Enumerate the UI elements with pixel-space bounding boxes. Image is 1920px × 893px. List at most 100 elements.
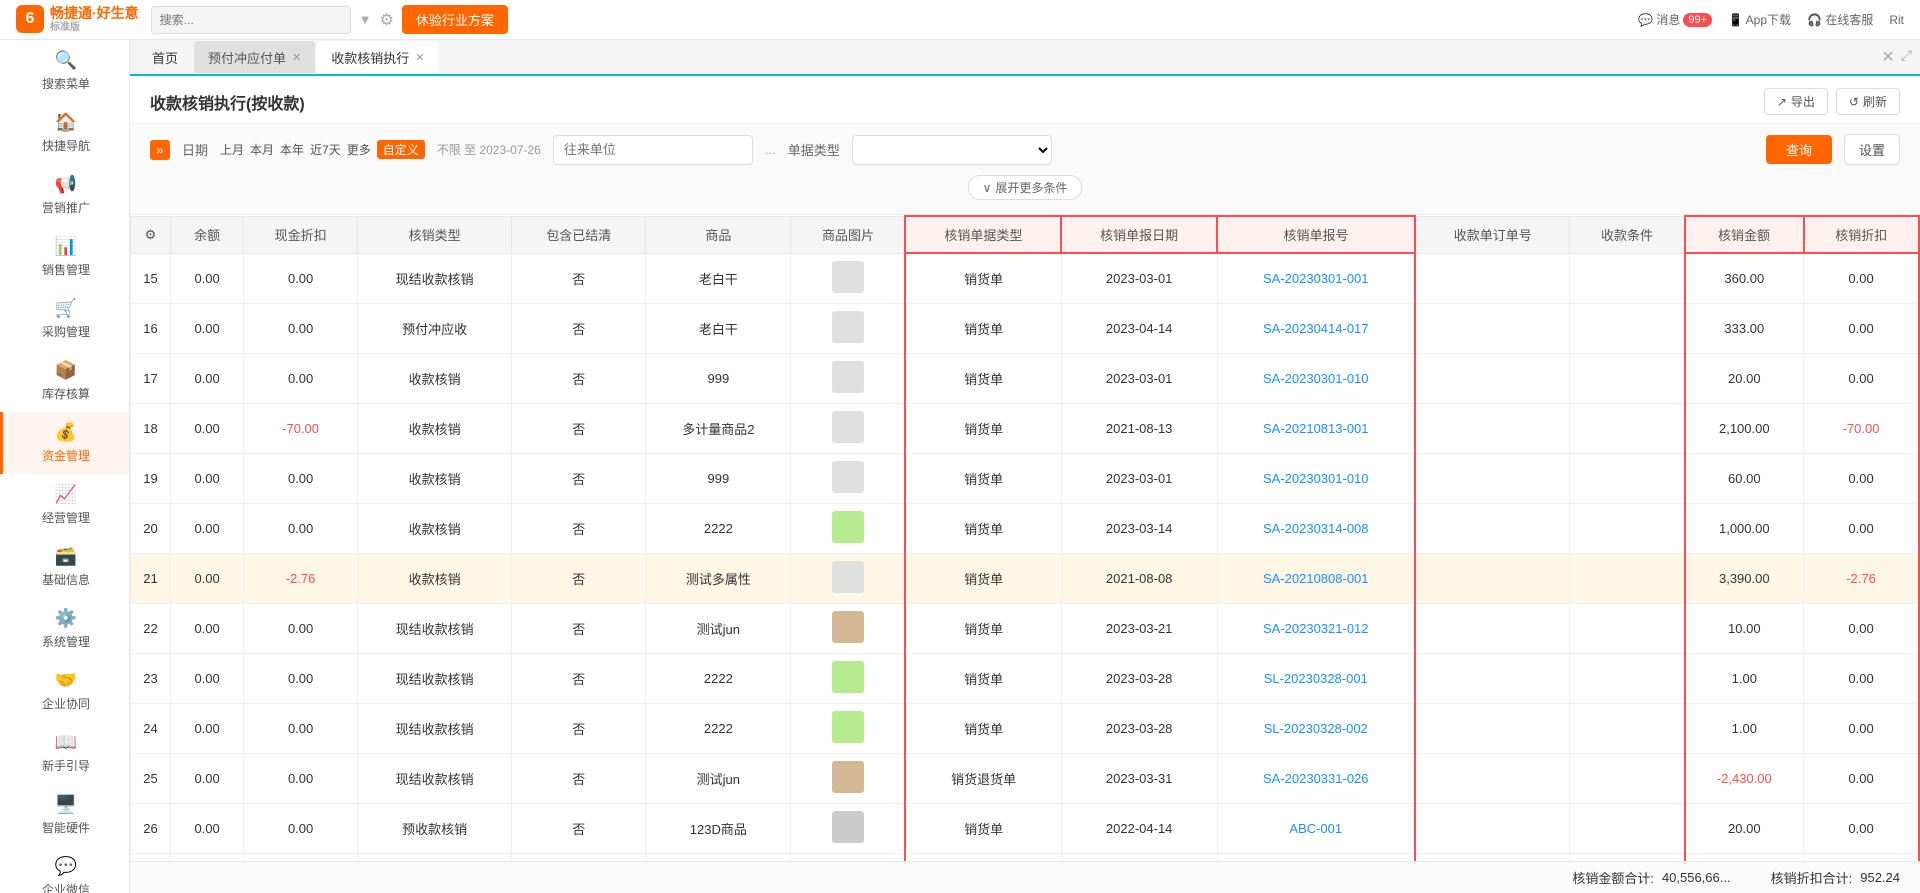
verify-bill-no-link[interactable]: SA-20230314-008 [1263,521,1369,536]
sidebar-item-system-label: 系统管理 [42,633,90,650]
cell-receipt-condition [1570,753,1685,803]
col-settings-header[interactable]: ⚙ [131,216,171,253]
cell-goods: 多计量商品2 [646,403,791,453]
refresh-icon: ↺ [1849,95,1859,109]
sales-icon: 📊 [55,236,77,257]
verify-bill-no-link[interactable]: SA-20210813-001 [1263,421,1369,436]
tab-prepay[interactable]: 预付冲应付单 ✕ [194,41,315,73]
expand-more-btn[interactable]: ∨ 展开更多条件 [968,175,1083,200]
sidebar-item-inventory[interactable]: 📦 库存核算 [0,350,129,412]
tab-verify-close-icon[interactable]: ✕ [415,51,424,64]
tab-prepay-close-icon[interactable]: ✕ [292,51,301,64]
verify-bill-no-link[interactable]: ABC-001 [1289,821,1342,836]
table-container[interactable]: ⚙ 余额 现金折扣 核销类型 包含已结清 商品 商品图片 核销单据类型 核销单报… [130,215,1920,861]
filter-date-more[interactable]: 更多 [347,141,371,158]
sidebar-item-purchase[interactable]: 🛒 采购管理 [0,288,129,350]
cell-balance: 0.00 [171,803,244,853]
cell-verify-bill-type: 销货单 [905,253,1061,303]
cell-verify-discount: -2.76 [1804,553,1919,603]
cell-verify-bill-no: SA-20230301-001 [1217,253,1415,303]
query-btn[interactable]: 查询 [1766,135,1832,164]
verify-bill-no-link[interactable]: SA-20230331-026 [1263,771,1369,786]
cell-included-clear: 否 [512,703,646,753]
sidebar-item-guide[interactable]: 📖 新手引导 [0,722,129,784]
sidebar-item-operation[interactable]: 📈 经营管理 [0,474,129,536]
verify-bill-no-link[interactable]: SA-20230301-001 [1263,271,1369,286]
cell-verify-bill-type: 销货单 [905,703,1061,753]
app-download-btn[interactable]: 📱 App下载 [1728,11,1791,28]
verify-bill-no-link[interactable]: SL-20230328-002 [1264,721,1368,736]
sidebar-item-system[interactable]: ⚙️ 系统管理 [0,598,129,660]
cell-verify-discount: 0.00 [1804,253,1919,303]
cell-included-clear: 否 [512,303,646,353]
hardware-icon: 🖥️ [55,794,77,815]
top-search-input[interactable] [151,6,351,34]
cell-cash-discount: 0.00 [244,603,358,653]
export-btn[interactable]: ↗ 导出 [1764,88,1828,115]
cell-verify-bill-date: 2023-03-31 [1061,753,1217,803]
sidebar-item-hardware[interactable]: 🖥️ 智能硬件 [0,784,129,846]
home-icon: 🏠 [55,112,77,133]
cell-verify-bill-date: 2023-04-14 [1061,303,1217,353]
cell-receipt-order [1415,803,1570,853]
cell-verify-bill-type: 销货单 [905,553,1061,603]
verify-bill-no-link[interactable]: SL-20230328-001 [1264,671,1368,686]
user-info[interactable]: Rit [1889,13,1904,27]
dropdown-arrow-icon[interactable]: ▼ [359,12,372,27]
verify-bill-no-link[interactable]: SA-20210808-001 [1263,571,1369,586]
settings-btn[interactable]: 设置 [1844,134,1900,165]
table-row: 20 0.00 0.00 收款核销 否 2222 销货单 2023-03-14 … [131,503,1920,553]
cell-goods: 999 [646,353,791,403]
cell-verify-amount: 20.00 [1685,353,1804,403]
sidebar-item-wechat[interactable]: 💬 企业微信 [0,846,129,893]
cell-balance: 0.00 [171,753,244,803]
refresh-btn[interactable]: ↺ 刷新 [1836,88,1900,115]
cell-receipt-condition [1570,253,1685,303]
sidebar-item-wechat-label: 企业微信 [42,881,90,893]
cell-receipt-order [1415,403,1570,453]
filter-partner-input[interactable] [553,135,753,165]
message-btn[interactable]: 💬 消息 99+ [1638,11,1712,28]
online-service-btn[interactable]: 🎧 在线客服 [1807,11,1873,28]
sidebar-item-basic-info[interactable]: 🗃️ 基础信息 [0,536,129,598]
tab-home-label: 首页 [152,48,178,67]
filter-bill-type-select[interactable] [852,135,1052,165]
filter-expand-btn[interactable]: » [150,140,170,160]
tab-close-window-icon[interactable]: ✕ [1881,47,1894,67]
cell-verify-bill-no: SL-20230408-001 [1217,853,1415,861]
filter-bar: » 日期 上月 本月 本年 近7天 更多 自定义 不限 至 2023-07-26 [130,124,1920,215]
verify-bill-no-link[interactable]: SA-20230414-017 [1263,321,1369,336]
filter-date-7days[interactable]: 近7天 [310,141,341,158]
col-receipt-condition-header: 收款条件 [1570,216,1685,253]
settings-icon[interactable]: ⚙ [380,10,394,30]
cell-verify-type: 现结收款核销 [357,653,511,703]
verify-bill-no-link[interactable]: SA-20230301-010 [1263,371,1369,386]
tab-verify[interactable]: 收款核销执行 ✕ [317,41,438,73]
cell-verify-bill-no: SA-20230331-026 [1217,753,1415,803]
filter-date-range-text: 不限 至 2023-07-26 [437,141,541,158]
filter-date-last-month[interactable]: 上月 [220,141,244,158]
sidebar-item-cooperation[interactable]: 🤝 企业协同 [0,660,129,722]
sidebar-item-search[interactable]: 🔍 搜索菜单 [0,40,129,102]
sidebar-item-finance[interactable]: 💰 资金管理 [0,412,129,474]
filter-date-custom[interactable]: 自定义 [377,140,425,159]
filter-date-this-month[interactable]: 本月 [250,141,274,158]
sidebar-item-marketing[interactable]: 📢 营销推广 [0,164,129,226]
cell-balance: 0.00 [171,253,244,303]
inventory-icon: 📦 [55,360,77,381]
verify-bill-no-link[interactable]: SA-20230301-010 [1263,471,1369,486]
main-layout: 🔍 搜索菜单 🏠 快捷导航 📢 营销推广 📊 销售管理 🛒 采购管理 📦 库存核… [0,40,1920,893]
col-cash-discount-header: 现金折扣 [244,216,358,253]
sidebar-item-quick-nav[interactable]: 🏠 快捷导航 [0,102,129,164]
cell-cash-discount: 0.00 [244,753,358,803]
operation-icon: 📈 [55,484,77,505]
cell-verify-bill-date: 2023-04-08 [1061,853,1217,861]
sidebar-item-sales[interactable]: 📊 销售管理 [0,226,129,288]
tab-home[interactable]: 首页 [138,41,192,73]
filter-date-this-year[interactable]: 本年 [280,141,304,158]
industry-solution-btn[interactable]: 休验行业方案 [402,5,508,34]
cell-verify-bill-type: 销货单 [905,503,1061,553]
tab-maximize-icon[interactable]: ⤢ [1901,47,1912,67]
verify-bill-no-link[interactable]: SA-20230321-012 [1263,621,1369,636]
col-verify-discount-header: 核销折扣 [1804,216,1919,253]
